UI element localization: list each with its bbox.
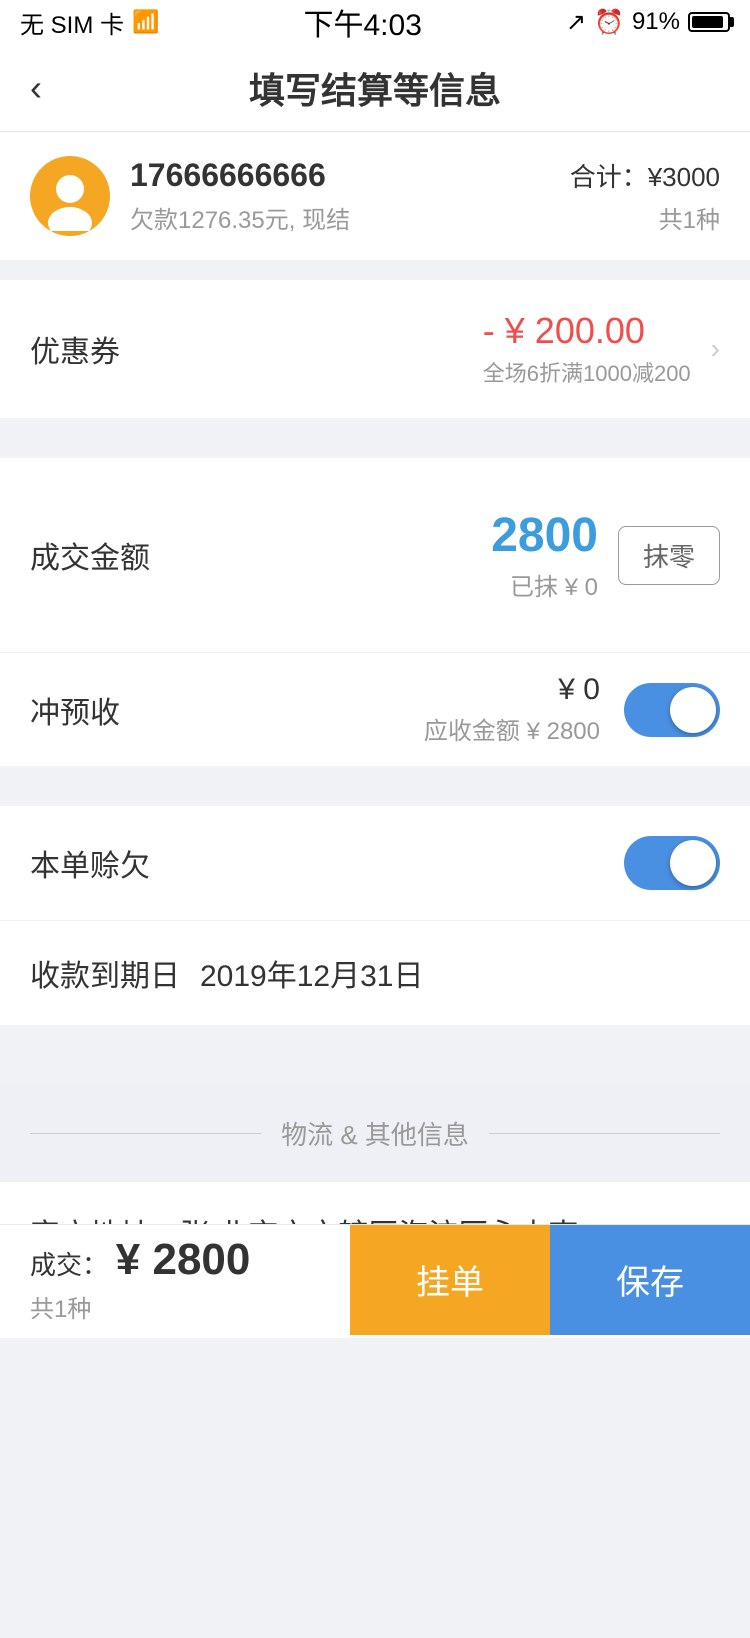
pending-button[interactable]: 挂单 [350, 1225, 550, 1335]
toggle-thumb [670, 687, 716, 733]
debt-row: 本单赊欠 [0, 806, 750, 920]
customer-left: 17666666666 欠款1276.35元, 现结 [30, 156, 350, 236]
bottom-deal-amount: ¥ 2800 [116, 1235, 251, 1284]
logistics-label: 物流 & 其他信息 [261, 1115, 489, 1152]
status-time: 下午4:03 [303, 0, 421, 44]
customer-total: 合计：¥3000 共1种 [570, 157, 720, 235]
section-divider-3 [0, 1045, 750, 1065]
logistics-separator: 物流 & 其他信息 [0, 1085, 750, 1182]
customer-phone: 17666666666 [130, 157, 350, 194]
status-bar: 无 SIM 卡 📶 下午4:03 ↗ ⏰ 91% [0, 0, 750, 44]
status-left: 无 SIM 卡 📶 [20, 5, 159, 40]
amount-label: 成交金额 [30, 533, 150, 577]
debt-toggle[interactable] [624, 836, 720, 890]
logistics-line-right [489, 1133, 720, 1134]
section-divider-1 [0, 438, 750, 458]
precollect-row: 冲预收 ¥ 0 应收金额 ¥ 2800 [0, 652, 750, 766]
alarm-icon: ⏰ [594, 8, 624, 37]
content: 17666666666 欠款1276.35元, 现结 合计：¥3000 共1种 … [0, 132, 750, 1638]
logistics-line-left [30, 1133, 261, 1134]
location-icon: ↗ [566, 8, 586, 37]
duedate-row: 收款到期日 2019年12月31日 [0, 920, 750, 1025]
duedate-value: 2019年12月31日 [200, 951, 423, 995]
total-amount: 合计：¥3000 [570, 157, 720, 194]
amount-row: 成交金额 2800 已抹 ¥ 0 抹零 [30, 488, 720, 622]
wifi-icon: 📶 [132, 9, 159, 35]
customer-info-card: 17666666666 欠款1276.35元, 现结 合计：¥3000 共1种 [0, 132, 750, 260]
bottom-bar: 成交： ¥ 2800 共1种 挂单 保存 [0, 1224, 750, 1334]
bottom-deal-label: 成交： [30, 1250, 108, 1280]
nav-bar: ‹ 填写结算等信息 [0, 44, 750, 132]
precollect-sub: 应收金额 ¥ 2800 [424, 711, 600, 746]
customer-details: 17666666666 欠款1276.35元, 现结 [130, 157, 350, 235]
battery-icon [688, 12, 730, 32]
coupon-description: 全场6折满1000减200 [483, 356, 691, 388]
chevron-right-icon: › [711, 333, 720, 365]
precollect-amount: ¥ 0 应收金额 ¥ 2800 [424, 673, 600, 746]
precollect-right: ¥ 0 应收金额 ¥ 2800 [424, 673, 720, 746]
section-divider-2 [0, 766, 750, 786]
page-title: 填写结算等信息 [249, 62, 501, 114]
bottom-total: 成交： ¥ 2800 共1种 [0, 1235, 350, 1324]
round-off-button[interactable]: 抹零 [618, 526, 720, 585]
precollect-label: 冲预收 [30, 688, 120, 732]
coupon-row[interactable]: 优惠券 - ¥ 200.00 全场6折满1000减200 › [0, 280, 750, 418]
total-count: 共1种 [570, 200, 720, 235]
status-right: ↗ ⏰ 91% [566, 8, 730, 37]
avatar [30, 156, 110, 236]
carrier-text: 无 SIM 卡 [20, 5, 124, 40]
coupon-right: - ¥ 200.00 全场6折满1000减200 › [483, 310, 720, 388]
back-button[interactable]: ‹ [30, 67, 42, 109]
bottom-count: 共1种 [30, 1289, 320, 1324]
debt-toggle-thumb [670, 840, 716, 886]
amount-value: 2800 [491, 509, 598, 562]
precollect-toggle[interactable] [624, 683, 720, 737]
debt-label: 本单赊欠 [30, 841, 150, 885]
customer-debt-info: 欠款1276.35元, 现结 [130, 200, 350, 235]
amount-right: 2800 已抹 ¥ 0 抹零 [491, 508, 720, 602]
gray-spacer [0, 1358, 750, 1518]
amount-sub: 已抹 ¥ 0 [491, 567, 598, 602]
coupon-discount: - ¥ 200.00 [483, 310, 691, 352]
coupon-label: 优惠券 [30, 327, 120, 371]
precollect-value: ¥ 0 [424, 673, 600, 707]
duedate-label: 收款到期日 [30, 951, 180, 995]
save-button[interactable]: 保存 [550, 1225, 750, 1335]
amount-section: 成交金额 2800 已抹 ¥ 0 抹零 [0, 458, 750, 652]
battery-percent: 91% [632, 8, 680, 36]
coupon-info: - ¥ 200.00 全场6折满1000减200 [483, 310, 691, 388]
amount-value-group: 2800 已抹 ¥ 0 [491, 508, 598, 602]
bottom-deal-row: 成交： ¥ 2800 [30, 1235, 320, 1285]
